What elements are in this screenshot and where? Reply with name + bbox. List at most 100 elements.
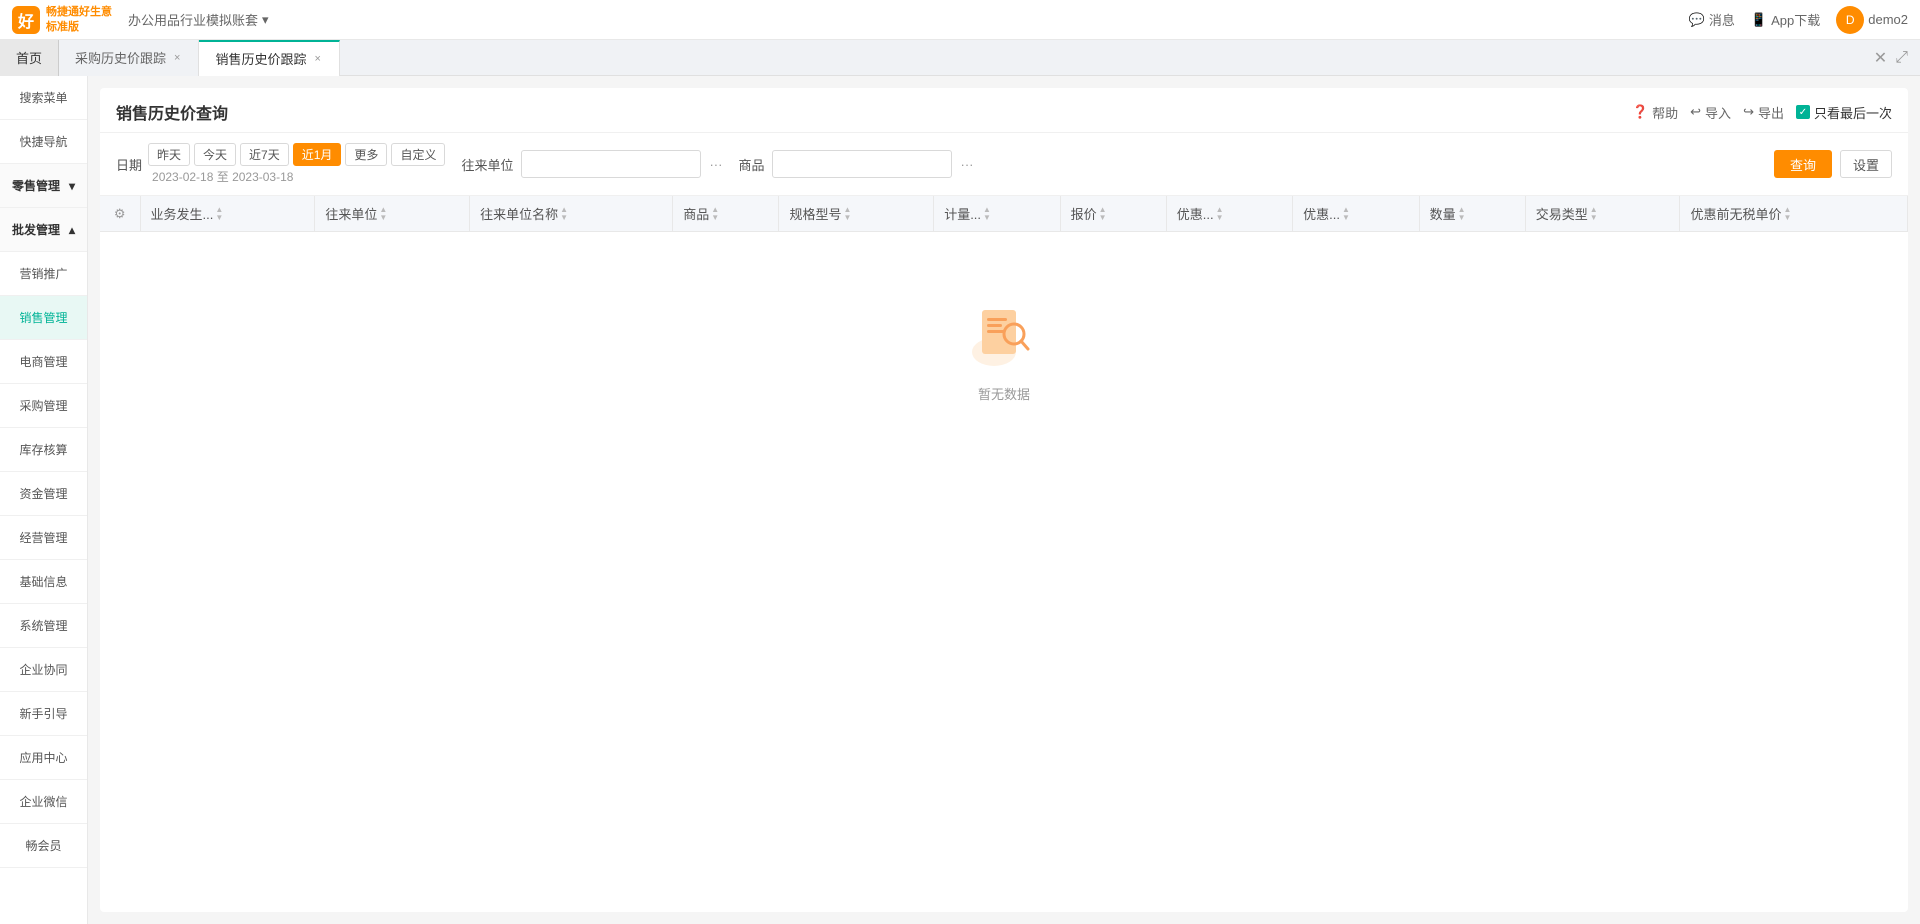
- sidebar-item-sales-mgmt[interactable]: 销售管理: [0, 296, 87, 340]
- sort-unit[interactable]: 计量... ▲▼: [944, 204, 1049, 223]
- sidebar-item-inventory[interactable]: 库存核算: [0, 428, 87, 472]
- sidebar-item-marketing[interactable]: 营销推广: [0, 252, 87, 296]
- col-biz-date: 业务发生... ▲▼: [140, 196, 315, 232]
- sort-discount2[interactable]: 优惠... ▲▼: [1303, 204, 1408, 223]
- tab-bar: 首页 采购历史价跟踪 × 销售历史价跟踪 × ✕ ⤢: [0, 40, 1920, 76]
- date-btn-more[interactable]: 更多: [345, 143, 387, 166]
- col-discount1: 优惠... ▲▼: [1166, 196, 1292, 232]
- sort-biz-date[interactable]: 业务发生... ▲▼: [151, 204, 305, 223]
- settings-button[interactable]: 设置: [1840, 150, 1892, 178]
- sort-arrows-quote: ▲▼: [1099, 206, 1107, 222]
- sidebar-item-app-center[interactable]: 应用中心: [0, 736, 87, 780]
- date-btn-today[interactable]: 今天: [194, 143, 236, 166]
- date-btn-1month[interactable]: 近1月: [293, 143, 342, 166]
- sidebar-item-search-menu[interactable]: 搜索菜单: [0, 76, 87, 120]
- sidebar-item-finance[interactable]: 资金管理: [0, 472, 87, 516]
- sidebar-item-operations[interactable]: 经营管理: [0, 516, 87, 560]
- sort-pre-tax[interactable]: 优惠前无税单价 ▲▼: [1690, 204, 1897, 223]
- partner-filter-group: 往来单位 ···: [461, 150, 722, 178]
- sort-trade-type[interactable]: 交易类型 ▲▼: [1536, 204, 1670, 223]
- tab-sales-history[interactable]: 销售历史价跟踪 ×: [199, 40, 339, 76]
- date-btn-7days[interactable]: 近7天: [240, 143, 289, 166]
- maximize-icon[interactable]: ⤢: [1895, 49, 1908, 67]
- col-trade-type: 交易类型 ▲▼: [1525, 196, 1680, 232]
- sidebar-item-ecommerce[interactable]: 电商管理: [0, 340, 87, 384]
- close-sales-history-tab[interactable]: ×: [312, 51, 322, 67]
- main-layout: 搜索菜单 快捷导航 零售管理 ▾ 批发管理 ▴ 营销推广 销售管理 电商管理 采…: [0, 76, 1920, 924]
- content-area: 销售历史价查询 ❓ 帮助 ↩ 导入 ↪ 导出 ✓: [88, 76, 1920, 924]
- last-only-checkbox-label[interactable]: ✓ 只看最后一次: [1796, 103, 1892, 122]
- close-window-icon[interactable]: ✕: [1874, 48, 1887, 68]
- partner-filter-input[interactable]: [521, 150, 701, 178]
- system-label: 系统管理: [19, 617, 67, 634]
- logo-area: 好 畅捷通好生意 标准版: [12, 5, 112, 34]
- help-icon: ❓: [1632, 104, 1648, 120]
- sidebar: 搜索菜单 快捷导航 零售管理 ▾ 批发管理 ▴ 营销推广 销售管理 电商管理 采…: [0, 76, 88, 924]
- sidebar-item-quick-nav[interactable]: 快捷导航: [0, 120, 87, 164]
- industry-selector[interactable]: 办公用品行业模拟账套 ▾: [120, 6, 277, 33]
- sidebar-item-system[interactable]: 系统管理: [0, 604, 87, 648]
- logo-icon: 好: [12, 6, 40, 34]
- export-button[interactable]: ↪ 导出: [1743, 103, 1784, 122]
- beginner-guide-label: 新手引导: [19, 705, 67, 722]
- table-wrapper: ⚙ 业务发生... ▲▼ 往来单位: [100, 196, 1908, 912]
- col-partner-code: 往来单位 ▲▼: [315, 196, 470, 232]
- message-action[interactable]: 💬 消息: [1689, 10, 1735, 29]
- filter-action-buttons: 查询 设置: [1774, 150, 1892, 178]
- product-filter-input[interactable]: [772, 150, 952, 178]
- tab-bar-actions: ✕ ⤢: [1862, 48, 1920, 68]
- marketing-label: 营销推广: [19, 265, 67, 282]
- empty-text: 暂无数据: [978, 384, 1030, 403]
- sidebar-item-enterprise-wechat[interactable]: 企业微信: [0, 780, 87, 824]
- page-title-actions: ❓ 帮助 ↩ 导入 ↪ 导出 ✓ 只看最后一次: [1632, 103, 1892, 122]
- sort-quote[interactable]: 报价 ▲▼: [1071, 204, 1156, 223]
- col-spec: 规格型号 ▲▼: [779, 196, 934, 232]
- tab-purchase-history[interactable]: 采购历史价跟踪 ×: [59, 40, 199, 76]
- sort-partner-name[interactable]: 往来单位名称 ▲▼: [480, 204, 662, 223]
- data-table: ⚙ 业务发生... ▲▼ 往来单位: [100, 196, 1908, 232]
- gear-icon[interactable]: ⚙: [114, 206, 126, 221]
- sort-spec[interactable]: 规格型号 ▲▼: [789, 204, 923, 223]
- sidebar-item-vip[interactable]: 畅会员: [0, 824, 87, 868]
- app-download-action[interactable]: 📱 App下载: [1751, 10, 1820, 29]
- sort-partner-code[interactable]: 往来单位 ▲▼: [325, 204, 459, 223]
- header-right: 💬 消息 📱 App下载 D demo2: [1689, 6, 1908, 34]
- finance-label: 资金管理: [19, 485, 67, 502]
- message-icon: 💬: [1689, 12, 1705, 28]
- user-menu[interactable]: D demo2: [1836, 6, 1908, 34]
- query-button[interactable]: 查询: [1774, 150, 1832, 178]
- app-icon: 📱: [1751, 12, 1767, 28]
- sort-discount1[interactable]: 优惠... ▲▼: [1177, 204, 1282, 223]
- help-button[interactable]: ❓ 帮助: [1632, 103, 1678, 122]
- partner-filter-dots[interactable]: ···: [709, 157, 722, 172]
- date-filter-controls: 昨天 今天 近7天 近1月 更多 自定义 2023-02-18 至 2023-0…: [148, 143, 445, 185]
- col-pre-tax: 优惠前无税单价 ▲▼: [1680, 196, 1908, 232]
- sidebar-item-wholesale-mgmt[interactable]: 批发管理 ▴: [0, 208, 87, 252]
- sidebar-item-basic-info[interactable]: 基础信息: [0, 560, 87, 604]
- sidebar-item-beginner-guide[interactable]: 新手引导: [0, 692, 87, 736]
- operations-label: 经营管理: [19, 529, 67, 546]
- app-center-label: 应用中心: [19, 749, 67, 766]
- product-filter-dots[interactable]: ···: [960, 157, 973, 172]
- sidebar-item-enterprise-collab[interactable]: 企业协同: [0, 648, 87, 692]
- date-btn-yesterday[interactable]: 昨天: [148, 143, 190, 166]
- import-button[interactable]: ↩ 导入: [1690, 103, 1731, 122]
- sort-quantity[interactable]: 数量 ▲▼: [1430, 204, 1515, 223]
- last-only-checkbox[interactable]: ✓: [1796, 105, 1810, 119]
- empty-icon: [964, 292, 1044, 372]
- sidebar-item-retail-mgmt[interactable]: 零售管理 ▾: [0, 164, 87, 208]
- empty-state: 暂无数据: [100, 232, 1908, 463]
- sort-arrows-spec: ▲▼: [844, 206, 852, 222]
- col-partner-name: 往来单位名称 ▲▼: [470, 196, 673, 232]
- sort-product[interactable]: 商品 ▲▼: [683, 204, 768, 223]
- date-btn-custom[interactable]: 自定义: [391, 143, 445, 166]
- purchase-label: 采购管理: [19, 397, 67, 414]
- tab-home[interactable]: 首页: [0, 40, 59, 76]
- sort-arrows-trade: ▲▼: [1590, 206, 1598, 222]
- product-filter-label: 商品: [738, 155, 764, 174]
- sidebar-item-purchase[interactable]: 采购管理: [0, 384, 87, 428]
- vip-label: 畅会员: [25, 837, 61, 854]
- close-purchase-history-tab[interactable]: ×: [172, 50, 182, 66]
- table-header-row: ⚙ 业务发生... ▲▼ 往来单位: [100, 196, 1908, 232]
- partner-filter-label: 往来单位: [461, 155, 513, 174]
